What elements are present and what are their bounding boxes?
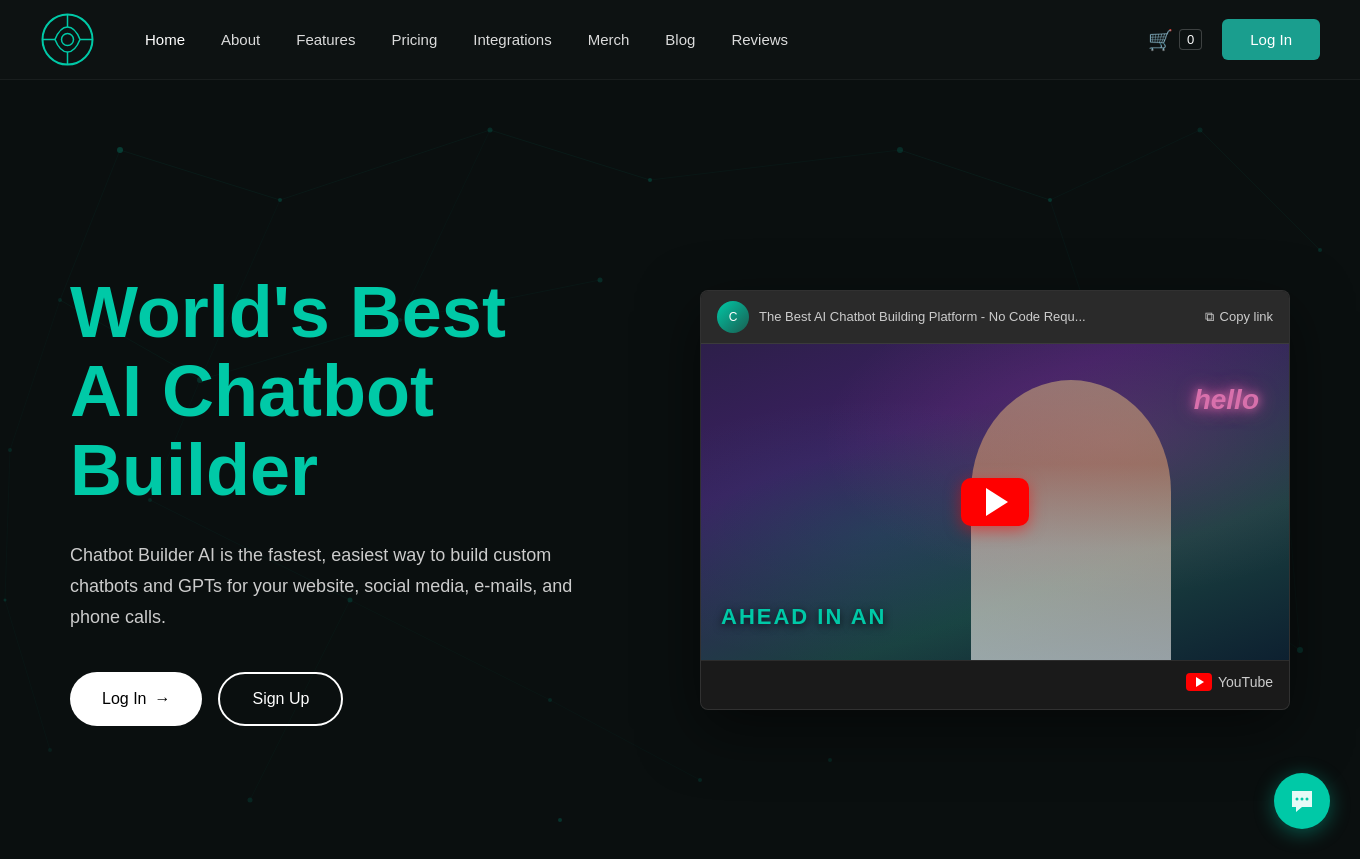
copy-link-button[interactable]: ⧉ Copy link: [1205, 309, 1273, 325]
hero-login-label: Log In: [102, 690, 146, 708]
hero-signup-button[interactable]: Sign Up: [218, 672, 343, 726]
svg-point-57: [1296, 798, 1299, 801]
video-header: C The Best AI Chatbot Building Platform …: [701, 291, 1289, 344]
navbar: Home About Features Pricing Integrations…: [0, 0, 1360, 80]
hero-title-line2: AI Chatbot: [70, 351, 434, 431]
hero-subtitle: Chatbot Builder AI is the fastest, easie…: [70, 540, 610, 632]
logo[interactable]: [40, 12, 95, 67]
arrow-icon: →: [154, 690, 170, 708]
hero-buttons: Log In → Sign Up: [70, 672, 610, 726]
nav-item-features[interactable]: Features: [296, 31, 355, 48]
hero-title: World's Best AI Chatbot Builder: [70, 273, 610, 511]
nav-item-integrations[interactable]: Integrations: [473, 31, 551, 48]
video-overlay-text: AHEAD IN AN: [721, 604, 886, 630]
video-footer: YouTube: [701, 660, 1289, 703]
youtube-logo: YouTube: [1186, 673, 1273, 691]
overlay-before: AHEAD: [721, 604, 817, 629]
chat-widget-button[interactable]: [1274, 773, 1330, 829]
play-button[interactable]: [961, 478, 1029, 526]
hero-content: World's Best AI Chatbot Builder Chatbot …: [70, 273, 610, 726]
youtube-icon: [1186, 673, 1212, 691]
hero-title-line1: World's Best: [70, 272, 506, 352]
svg-point-58: [1301, 798, 1304, 801]
nav-item-home[interactable]: Home: [145, 31, 185, 48]
hero-title-line3: Builder: [70, 430, 318, 510]
cart-icon: 🛒: [1148, 28, 1173, 52]
nav-item-about[interactable]: About: [221, 31, 260, 48]
svg-point-52: [62, 34, 74, 46]
hero-video-area: C The Best AI Chatbot Building Platform …: [700, 290, 1290, 710]
overlay-highlight: IN: [817, 604, 843, 629]
svg-point-59: [1306, 798, 1309, 801]
nav-links: Home About Features Pricing Integrations…: [145, 31, 788, 49]
navbar-right: 🛒 0 Log In: [1148, 19, 1320, 60]
hero-login-button[interactable]: Log In →: [70, 672, 202, 726]
video-thumbnail: hello AHEAD IN AN: [701, 344, 1289, 660]
play-triangle-icon: [986, 488, 1008, 516]
nav-item-merch[interactable]: Merch: [588, 31, 630, 48]
copy-icon: ⧉: [1205, 309, 1214, 325]
video-scene: hello AHEAD IN AN: [701, 344, 1289, 660]
neon-sign: hello: [1194, 384, 1259, 416]
navbar-login-button[interactable]: Log In: [1222, 19, 1320, 60]
cart-count: 0: [1179, 29, 1202, 50]
chat-icon: [1288, 787, 1316, 815]
video-container[interactable]: C The Best AI Chatbot Building Platform …: [700, 290, 1290, 710]
nav-item-blog[interactable]: Blog: [665, 31, 695, 48]
nav-item-pricing[interactable]: Pricing: [391, 31, 437, 48]
video-title-text: The Best AI Chatbot Building Platform - …: [759, 309, 1086, 324]
navbar-left: Home About Features Pricing Integrations…: [40, 12, 788, 67]
nav-item-reviews[interactable]: Reviews: [731, 31, 788, 48]
youtube-label: YouTube: [1218, 674, 1273, 690]
copy-link-label: Copy link: [1220, 309, 1273, 324]
video-title-row: C The Best AI Chatbot Building Platform …: [717, 301, 1086, 333]
cart-button[interactable]: 🛒 0: [1148, 28, 1202, 52]
overlay-after: AN: [843, 604, 886, 629]
hero-section: World's Best AI Chatbot Builder Chatbot …: [0, 80, 1360, 859]
youtube-play-icon: [1196, 677, 1204, 687]
channel-avatar: C: [717, 301, 749, 333]
